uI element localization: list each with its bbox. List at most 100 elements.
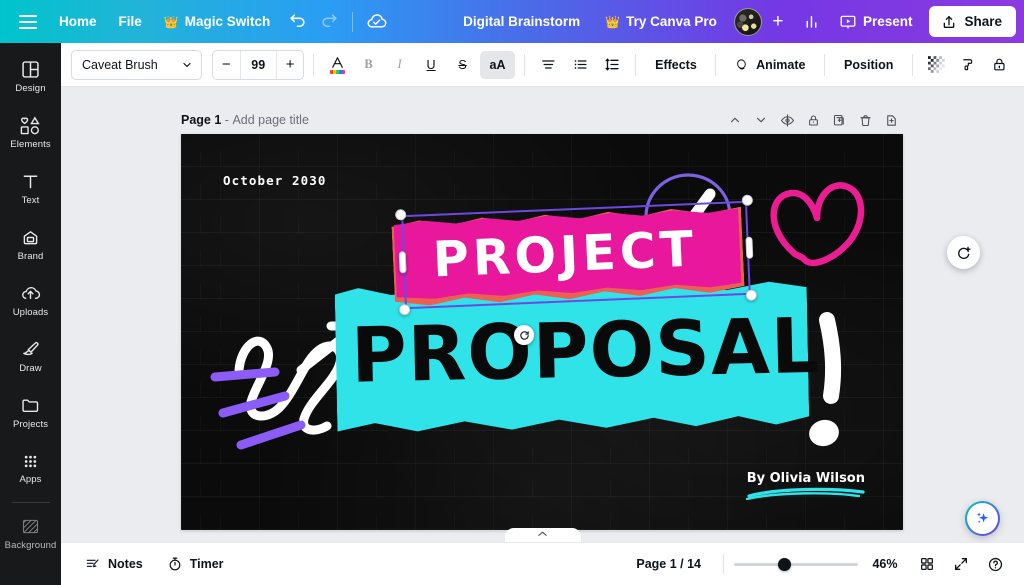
top-bar: Home File 👑 Magic Switch Digita bbox=[0, 0, 1024, 43]
try-canva-pro-label: Try Canva Pro bbox=[626, 14, 717, 29]
page-title[interactable]: Page 1 - Add page title bbox=[181, 113, 309, 127]
notes-button[interactable]: Notes bbox=[75, 549, 153, 579]
bold-button[interactable]: B bbox=[354, 51, 382, 79]
plus-icon[interactable]: + bbox=[766, 10, 790, 34]
divider bbox=[313, 54, 314, 76]
document-title[interactable]: Digital Brainstorm bbox=[449, 14, 594, 29]
move-page-up-button[interactable] bbox=[723, 108, 747, 132]
sidebar-item-background-label: Background bbox=[5, 540, 57, 551]
zoom-slider[interactable] bbox=[734, 554, 858, 574]
transparency-grid-icon[interactable] bbox=[922, 51, 951, 79]
timer-label: Timer bbox=[190, 557, 224, 571]
draw-pen-icon bbox=[20, 339, 41, 360]
bar-chart-icon[interactable] bbox=[796, 6, 828, 38]
text-color-A-icon[interactable] bbox=[323, 51, 351, 79]
rotate-plus-icon[interactable] bbox=[947, 236, 980, 269]
canvas-author-text[interactable]: By Olivia Wilson bbox=[747, 471, 865, 486]
sidebar-item-brand-label: Brand bbox=[18, 251, 44, 262]
font-size-decrease[interactable]: − bbox=[213, 51, 240, 79]
underline-button[interactable]: U bbox=[417, 51, 446, 79]
divider bbox=[723, 554, 724, 574]
sidebar-item-elements[interactable]: Elements bbox=[2, 105, 59, 159]
divider bbox=[635, 54, 636, 76]
timer-button[interactable]: Timer bbox=[157, 549, 234, 579]
hamburger-icon[interactable] bbox=[8, 6, 48, 38]
zoom-slider-knob[interactable] bbox=[778, 558, 791, 571]
font-size-increase[interactable]: + bbox=[277, 51, 304, 79]
bottom-bar: Notes Timer Page 1 / 14 46% bbox=[61, 542, 1024, 585]
cyan-underline-doodle bbox=[745, 487, 867, 500]
chevron-down-icon bbox=[181, 59, 193, 71]
canvas-title-proposal[interactable]: PROPOSAL bbox=[350, 301, 802, 399]
present-screen-icon bbox=[839, 13, 857, 31]
lock-icon bbox=[806, 113, 821, 128]
avatar[interactable] bbox=[734, 8, 762, 36]
bullet-list-icon[interactable] bbox=[566, 51, 595, 79]
page-title-placeholder: Add page title bbox=[232, 113, 308, 127]
sidebar-item-uploads[interactable]: Uploads bbox=[2, 273, 59, 327]
sidebar-item-text[interactable]: Text bbox=[2, 161, 59, 215]
fullscreen-icon[interactable] bbox=[946, 549, 976, 579]
left-sidebar: Design Elements Text Brand bbox=[0, 43, 61, 585]
menu-magic-switch[interactable]: 👑 Magic Switch bbox=[153, 7, 281, 37]
lock-icon[interactable] bbox=[985, 51, 1014, 79]
zoom-level-label[interactable]: 46% bbox=[862, 557, 908, 571]
sidebar-item-brand[interactable]: Brand bbox=[2, 217, 59, 271]
rotate-icon[interactable] bbox=[514, 325, 534, 345]
cloud-saved-icon[interactable] bbox=[360, 6, 392, 38]
strikethrough-button[interactable]: S bbox=[448, 51, 476, 79]
grid-view-icon[interactable] bbox=[912, 549, 942, 579]
elements-shapes-icon bbox=[19, 115, 42, 136]
share-label: Share bbox=[964, 14, 1002, 29]
font-size-stepper[interactable]: − 99 + bbox=[212, 50, 304, 80]
crown-icon: 👑 bbox=[164, 16, 179, 28]
paint-roller-icon[interactable] bbox=[954, 51, 983, 79]
design-layout-icon bbox=[20, 59, 41, 80]
canva-editor-window: Home File 👑 Magic Switch Digita bbox=[0, 0, 1024, 585]
page-separator: - bbox=[225, 113, 229, 127]
effects-button[interactable]: Effects bbox=[645, 51, 706, 79]
divider bbox=[524, 54, 525, 76]
canvas-date-text[interactable]: October 2030 bbox=[223, 173, 327, 188]
font-size-value[interactable]: 99 bbox=[240, 51, 277, 79]
undo-icon[interactable] bbox=[281, 6, 313, 38]
help-circle-icon[interactable] bbox=[980, 549, 1010, 579]
position-button[interactable]: Position bbox=[834, 51, 902, 79]
share-button[interactable]: Share bbox=[929, 6, 1016, 37]
sidebar-item-projects[interactable]: Projects bbox=[2, 385, 59, 439]
add-page-button[interactable] bbox=[879, 108, 903, 132]
trash-icon bbox=[858, 113, 873, 128]
page-indicator[interactable]: Page 1 / 14 bbox=[624, 557, 713, 571]
animate-button[interactable]: Animate bbox=[725, 51, 815, 79]
divider bbox=[824, 54, 825, 76]
timer-icon bbox=[167, 556, 183, 572]
color-swatch-bar bbox=[330, 70, 345, 74]
hide-page-button[interactable] bbox=[775, 108, 799, 132]
magic-sparkles-icon[interactable] bbox=[965, 501, 1000, 536]
try-canva-pro-button[interactable]: 👑 Try Canva Pro bbox=[594, 7, 728, 37]
font-family-select[interactable]: Caveat Brush bbox=[71, 50, 202, 80]
page-actions bbox=[723, 108, 903, 132]
menu-home[interactable]: Home bbox=[48, 7, 108, 37]
letter-case-button[interactable]: aA bbox=[480, 51, 516, 79]
line-spacing-icon[interactable] bbox=[598, 51, 627, 79]
delete-page-button[interactable] bbox=[853, 108, 877, 132]
animate-circles-icon bbox=[735, 57, 750, 73]
present-button[interactable]: Present bbox=[828, 7, 924, 37]
align-text-icon[interactable] bbox=[534, 51, 563, 79]
collapse-panel-toggle[interactable] bbox=[505, 528, 581, 542]
sidebar-item-draw[interactable]: Draw bbox=[2, 329, 59, 383]
sidebar-item-apps[interactable]: Apps bbox=[2, 441, 59, 495]
canvas-workspace: Page 1 - Add page title bbox=[61, 87, 1024, 542]
move-page-down-button[interactable] bbox=[749, 108, 773, 132]
sidebar-item-design[interactable]: Design bbox=[2, 49, 59, 103]
sidebar-item-background[interactable]: Background bbox=[2, 506, 59, 560]
duplicate-page-button[interactable] bbox=[827, 108, 851, 132]
design-canvas[interactable]: October 2030 bbox=[181, 134, 903, 530]
present-label: Present bbox=[863, 14, 913, 29]
italic-button[interactable]: I bbox=[386, 51, 414, 79]
redo-icon[interactable] bbox=[313, 6, 345, 38]
lock-page-button[interactable] bbox=[801, 108, 825, 132]
canvas-title-project[interactable]: PROJECT bbox=[419, 220, 711, 289]
menu-file[interactable]: File bbox=[108, 7, 153, 37]
